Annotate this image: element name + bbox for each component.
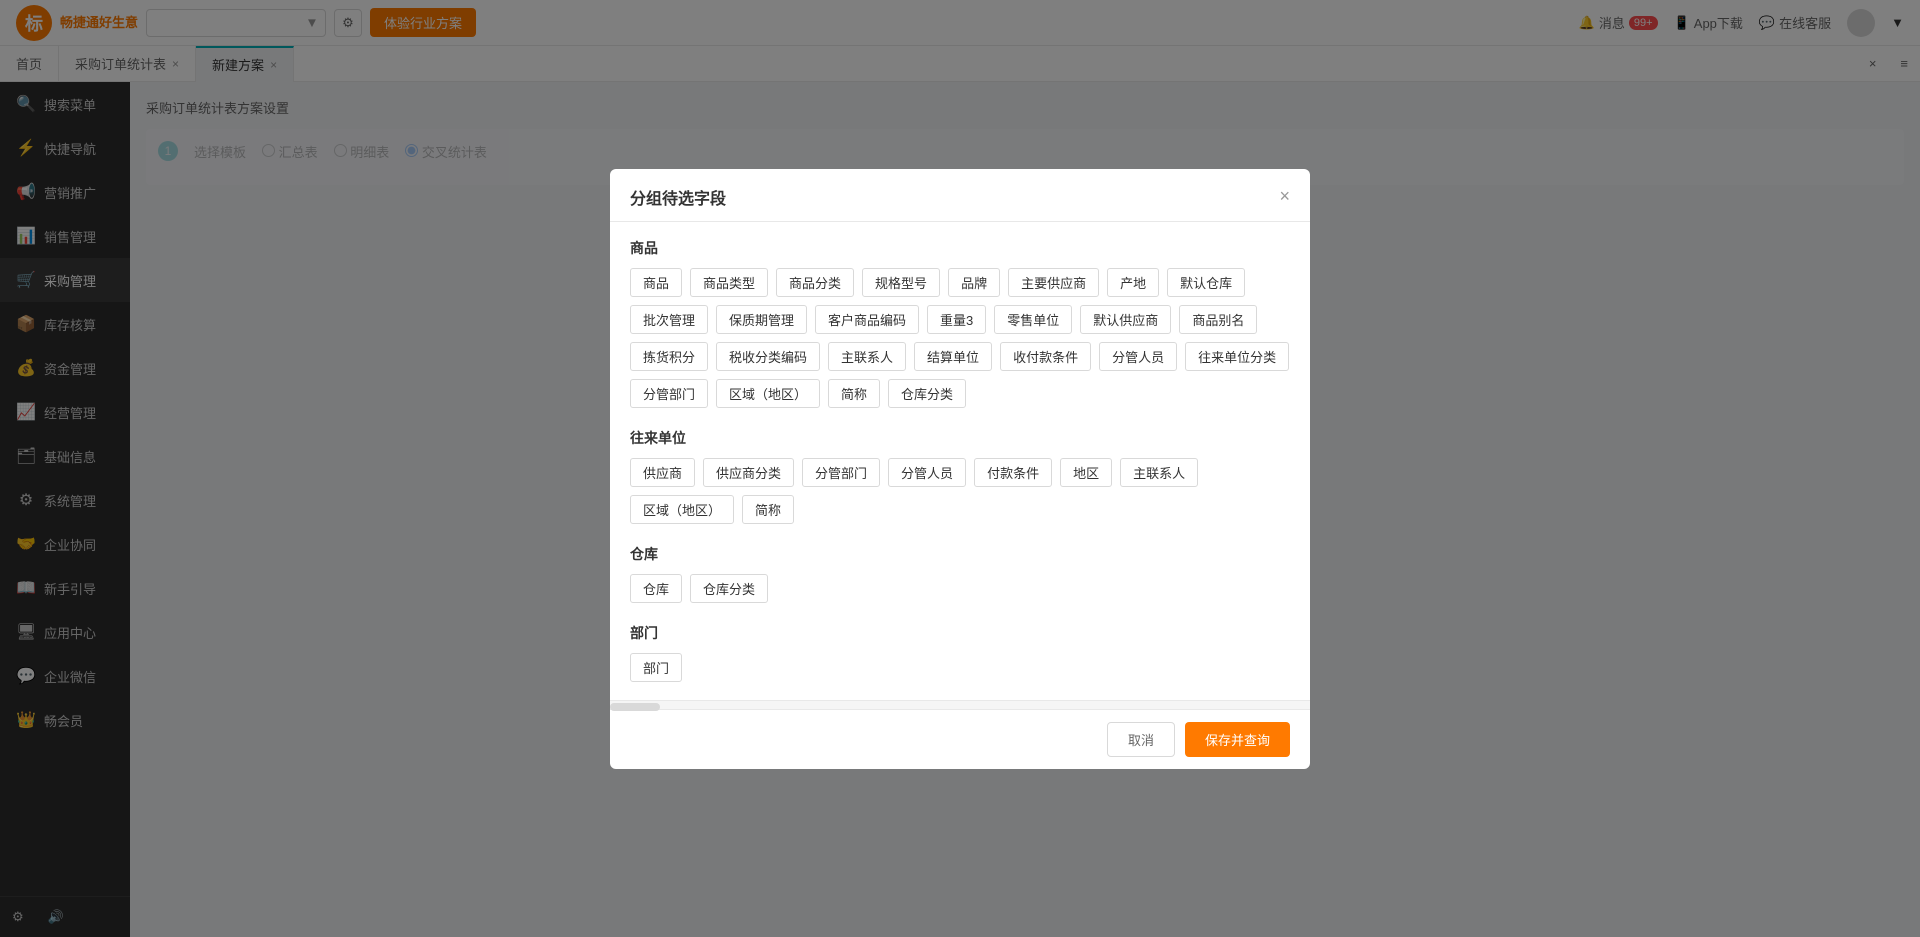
field-tag[interactable]: 商品 (630, 268, 682, 297)
field-tag[interactable]: 区域（地区） (716, 379, 820, 408)
field-tag[interactable]: 付款条件 (974, 458, 1052, 487)
field-tag[interactable]: 主联系人 (1120, 458, 1198, 487)
field-tag[interactable]: 零售单位 (994, 305, 1072, 334)
field-tag[interactable]: 仓库 (630, 574, 682, 603)
field-tag[interactable]: 供应商分类 (703, 458, 794, 487)
field-tag[interactable]: 结算单位 (914, 342, 992, 371)
field-group-partner-title: 往来单位 (630, 428, 1290, 448)
field-tag[interactable]: 简称 (828, 379, 880, 408)
dialog-overlay: 分组待选字段 × 商品 商品 商品类型 商品分类 规格型号 品牌 主要供应商 产… (0, 0, 1920, 937)
field-tag[interactable]: 分管部门 (802, 458, 880, 487)
field-tag[interactable]: 重量3 (927, 305, 986, 334)
field-tag[interactable]: 商品分类 (776, 268, 854, 297)
field-tag[interactable]: 默认供应商 (1080, 305, 1171, 334)
dialog-close-button[interactable]: × (1279, 186, 1290, 207)
field-tag[interactable]: 简称 (742, 495, 794, 524)
field-group-dept-title: 部门 (630, 623, 1290, 643)
field-tag[interactable]: 地区 (1060, 458, 1112, 487)
field-tag[interactable]: 部门 (630, 653, 682, 682)
field-tag[interactable]: 商品别名 (1179, 305, 1257, 334)
dialog-body: 商品 商品 商品类型 商品分类 规格型号 品牌 主要供应商 产地 默认仓库 批次… (610, 222, 1310, 700)
field-tag[interactable]: 保质期管理 (716, 305, 807, 334)
field-tag[interactable]: 默认仓库 (1167, 268, 1245, 297)
field-tag[interactable]: 商品类型 (690, 268, 768, 297)
field-tag[interactable]: 分管人员 (1099, 342, 1177, 371)
field-tag[interactable]: 主联系人 (828, 342, 906, 371)
cancel-button[interactable]: 取消 (1107, 722, 1175, 757)
field-tags-dept: 部门 (630, 653, 1290, 682)
dialog: 分组待选字段 × 商品 商品 商品类型 商品分类 规格型号 品牌 主要供应商 产… (610, 169, 1310, 769)
field-group-dept: 部门 部门 (630, 623, 1290, 682)
dialog-footer: 取消 保存并查询 (610, 709, 1310, 769)
field-group-partner: 往来单位 供应商 供应商分类 分管部门 分管人员 付款条件 地区 主联系人 区域… (630, 428, 1290, 524)
dialog-hscroll-thumb (610, 703, 660, 711)
save-button[interactable]: 保存并查询 (1185, 722, 1290, 757)
field-group-goods: 商品 商品 商品类型 商品分类 规格型号 品牌 主要供应商 产地 默认仓库 批次… (630, 238, 1290, 408)
field-tag[interactable]: 产地 (1107, 268, 1159, 297)
field-tag[interactable]: 规格型号 (862, 268, 940, 297)
field-tag[interactable]: 税收分类编码 (716, 342, 820, 371)
field-tag[interactable]: 仓库分类 (888, 379, 966, 408)
field-tag[interactable]: 往来单位分类 (1185, 342, 1289, 371)
field-tag[interactable]: 收付款条件 (1000, 342, 1091, 371)
field-tag[interactable]: 分管人员 (888, 458, 966, 487)
field-tag[interactable]: 批次管理 (630, 305, 708, 334)
dialog-hscroll[interactable] (610, 700, 1310, 709)
field-tags-warehouse: 仓库 仓库分类 (630, 574, 1290, 603)
field-tag[interactable]: 主要供应商 (1008, 268, 1099, 297)
field-tags-partner: 供应商 供应商分类 分管部门 分管人员 付款条件 地区 主联系人 区域（地区） … (630, 458, 1290, 524)
field-tag[interactable]: 区域（地区） (630, 495, 734, 524)
dialog-title: 分组待选字段 (630, 185, 726, 209)
field-group-goods-title: 商品 (630, 238, 1290, 258)
field-group-warehouse-title: 仓库 (630, 544, 1290, 564)
field-tag[interactable]: 仓库分类 (690, 574, 768, 603)
field-tags-goods: 商品 商品类型 商品分类 规格型号 品牌 主要供应商 产地 默认仓库 批次管理 … (630, 268, 1290, 408)
field-tag[interactable]: 分管部门 (630, 379, 708, 408)
field-tag[interactable]: 品牌 (948, 268, 1000, 297)
field-group-warehouse: 仓库 仓库 仓库分类 (630, 544, 1290, 603)
dialog-header: 分组待选字段 × (610, 169, 1310, 222)
field-tag[interactable]: 客户商品编码 (815, 305, 919, 334)
field-tag[interactable]: 拣货积分 (630, 342, 708, 371)
field-tag[interactable]: 供应商 (630, 458, 695, 487)
